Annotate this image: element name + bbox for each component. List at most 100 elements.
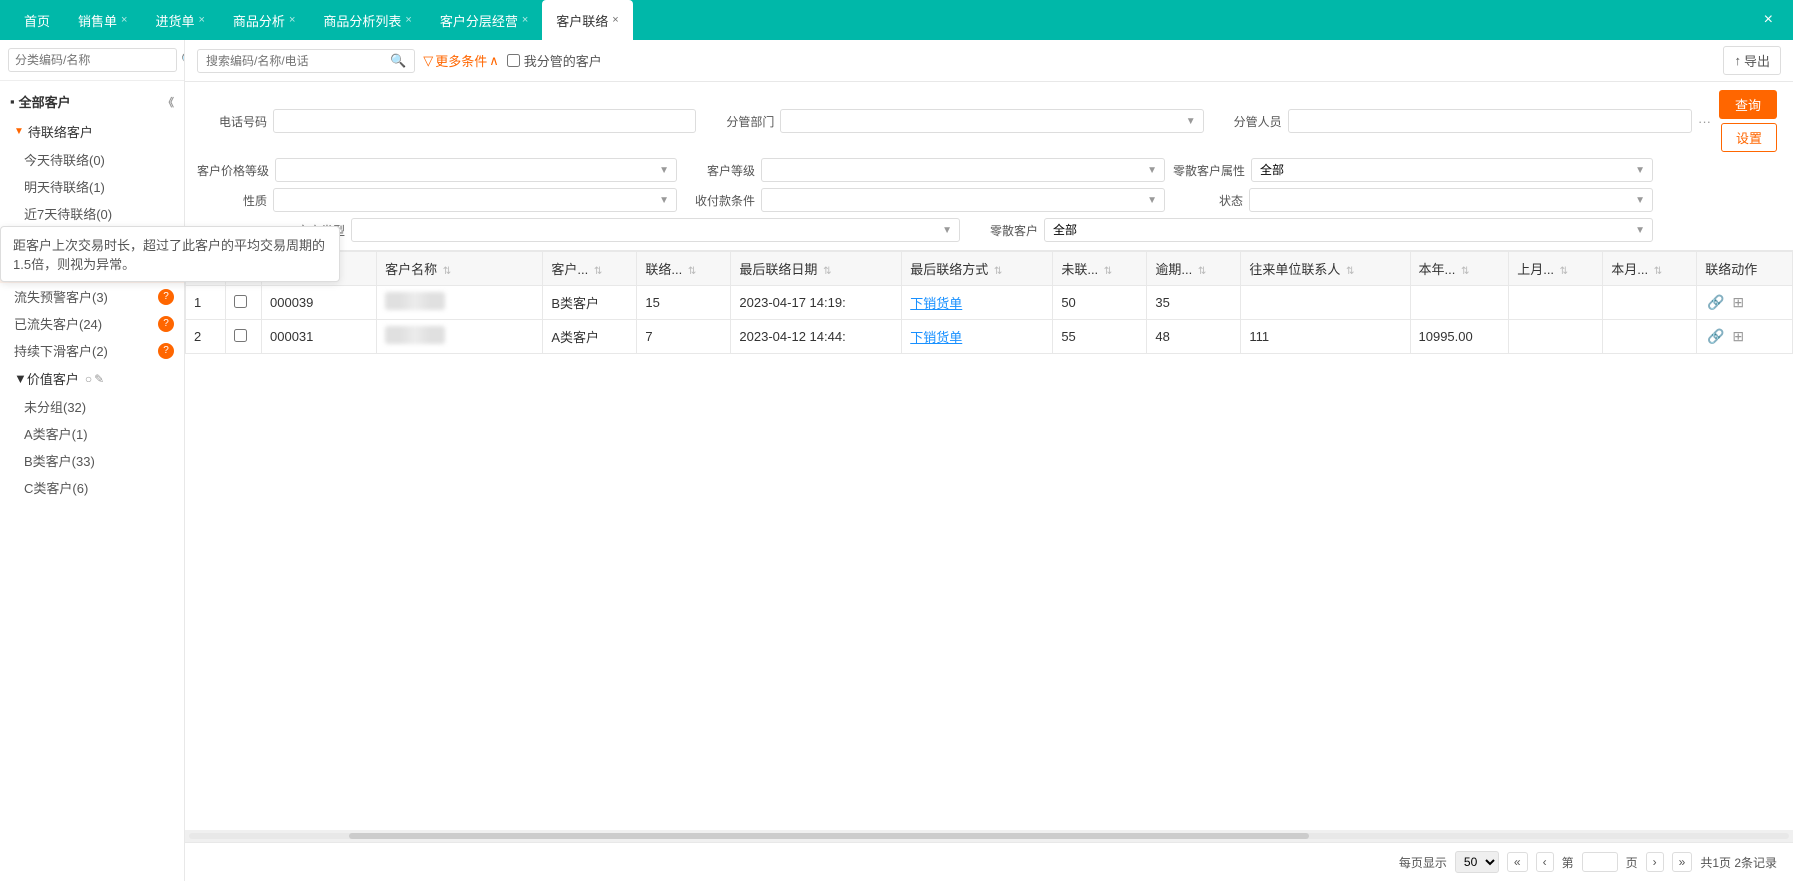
churn-warning-help-icon[interactable]: ?	[158, 289, 174, 305]
last-date-sort-icon[interactable]: ⇅	[823, 266, 831, 277]
row1-more-icon[interactable]: ⊞	[1732, 294, 1744, 310]
value-group-edit-icon[interactable]: ✎	[94, 372, 104, 386]
person-dots[interactable]: ···	[1698, 114, 1711, 129]
value-group-arrow: ▼	[14, 371, 27, 386]
sidebar-item-churned[interactable]: 已流失客户(24) ?	[0, 310, 184, 337]
row2-last-method[interactable]: 下销货单	[902, 320, 1053, 354]
row2-checkbox[interactable]	[226, 320, 262, 354]
sidebar-item-class-a[interactable]: A类客户(1)	[0, 420, 184, 447]
next-page-button[interactable]: ›	[1646, 852, 1664, 872]
sidebar-item-declining[interactable]: 持续下滑客户(2) ?	[0, 337, 184, 364]
row2-name	[377, 320, 543, 354]
last-method-sort-icon[interactable]: ⇅	[994, 266, 1002, 277]
level-select[interactable]	[761, 158, 1165, 182]
person-label: 分管人员	[1212, 113, 1282, 130]
retail2-select-wrap: 全部 ▼	[1044, 218, 1653, 242]
dept-select[interactable]	[780, 109, 1203, 133]
nav-home[interactable]: 首页	[10, 0, 64, 40]
level-sort-icon[interactable]: ⇅	[594, 266, 602, 277]
sidebar-item-7days[interactable]: 近7天待联络(0)	[0, 200, 184, 227]
filter-row-3: 性质 ▼ 收付款条件 ▼ 状态	[197, 188, 1781, 212]
person-input[interactable]	[1288, 109, 1692, 133]
nav-sales[interactable]: 销售单 ×	[64, 0, 141, 40]
name-sort-icon[interactable]: ⇅	[443, 266, 451, 277]
unread-sort-icon[interactable]: ⇅	[1104, 266, 1112, 277]
nav-purchase-close[interactable]: ×	[198, 14, 204, 26]
type-select[interactable]	[351, 218, 960, 242]
nav-customer-tier[interactable]: 客户分层经营 ×	[426, 0, 542, 40]
nav-product-analysis-close[interactable]: ×	[289, 14, 295, 26]
last-page-button[interactable]: »	[1672, 852, 1693, 872]
scroll-track[interactable]	[189, 833, 1789, 839]
sidebar-collapse-icon[interactable]: 《	[163, 94, 174, 110]
col-level: 客户... ⇅	[543, 252, 637, 286]
my-customer-checkbox[interactable]	[507, 54, 520, 67]
row1-last-method-link[interactable]: 下销货单	[910, 296, 962, 311]
overdue-sort-icon[interactable]: ⇅	[1198, 266, 1206, 277]
row2-more-icon[interactable]: ⊞	[1732, 328, 1744, 344]
this-month-sort-icon[interactable]: ⇅	[1654, 266, 1662, 277]
more-conditions-button[interactable]: ▽ 更多条件 ∧	[423, 51, 499, 70]
churned-help-icon[interactable]: ?	[158, 316, 174, 332]
row2-select-checkbox[interactable]	[234, 329, 247, 342]
row2-contact: 7	[637, 320, 731, 354]
col-last-month: 上月... ⇅	[1509, 252, 1603, 286]
sidebar-item-ungrouped[interactable]: 未分组(32)	[0, 393, 184, 420]
filter-search-input[interactable]	[206, 54, 386, 68]
my-customer-checkbox-area[interactable]: 我分管的客户	[507, 51, 602, 70]
sidebar-group-value-title[interactable]: ▼ 价值客户 ○ ✎	[0, 364, 184, 393]
row1-contacts	[1241, 286, 1410, 320]
row1-checkbox[interactable]	[226, 286, 262, 320]
sidebar-item-today[interactable]: 今天待联络(0)	[0, 146, 184, 173]
first-page-button[interactable]: «	[1507, 852, 1528, 872]
window-close-button[interactable]: ×	[1754, 11, 1783, 29]
horizontal-scrollbar[interactable]	[185, 830, 1793, 842]
nav-product-list[interactable]: 商品分析列表 ×	[309, 0, 425, 40]
filter-search-icon[interactable]: 🔍	[390, 53, 406, 69]
sidebar-group-pending-title[interactable]: ▼ 待联络客户	[0, 117, 184, 146]
nav-customer-contact[interactable]: 客户联络 ×	[542, 0, 632, 40]
row1-last-method[interactable]: 下销货单	[902, 286, 1053, 320]
retail-select[interactable]: 全部	[1251, 158, 1653, 182]
settings-button[interactable]: 设置	[1721, 123, 1777, 152]
payment-select[interactable]	[761, 188, 1165, 212]
this-year-sort-icon[interactable]: ⇅	[1461, 266, 1469, 277]
value-group-circle-icon[interactable]: ○	[85, 372, 92, 386]
row1-select-checkbox[interactable]	[234, 295, 247, 308]
sidebar-item-tomorrow[interactable]: 明天待联络(1)	[0, 173, 184, 200]
contacts-sort-icon[interactable]: ⇅	[1346, 266, 1354, 277]
nav-product-list-close[interactable]: ×	[405, 14, 411, 26]
price-grade-select-wrap: ▼	[275, 158, 677, 182]
row2-overdue: 48	[1147, 320, 1241, 354]
nav-customer-contact-close[interactable]: ×	[612, 14, 618, 26]
row2-link-icon[interactable]: 🔗	[1707, 328, 1724, 344]
retail2-select[interactable]: 全部	[1044, 218, 1653, 242]
phone-input[interactable]	[273, 109, 696, 133]
scroll-thumb[interactable]	[349, 833, 1309, 839]
export-button[interactable]: ↑ 导出	[1723, 46, 1781, 75]
page-input[interactable]: 1	[1582, 852, 1618, 872]
row1-this-month	[1603, 286, 1697, 320]
row1-link-icon[interactable]: 🔗	[1707, 294, 1724, 310]
query-button[interactable]: 查询	[1719, 90, 1777, 119]
per-page-select[interactable]: 50	[1455, 851, 1499, 873]
main-layout: 🔍 ▪ 全部客户 《 ▼ 待联络客户 今天待联络(0)	[0, 40, 1793, 881]
nav-purchase[interactable]: 进货单 ×	[141, 0, 218, 40]
nav-sales-close[interactable]: ×	[121, 14, 127, 26]
prev-page-button[interactable]: ‹	[1536, 852, 1554, 872]
price-grade-select[interactable]	[275, 158, 677, 182]
sidebar-item-churn-warning[interactable]: 流失预警客户(3) ?	[0, 283, 184, 310]
last-month-sort-icon[interactable]: ⇅	[1560, 266, 1568, 277]
contact-sort-icon[interactable]: ⇅	[688, 266, 696, 277]
top-navigation: 首页 销售单 × 进货单 × 商品分析 × 商品分析列表 × 客户分层经营 × …	[0, 0, 1793, 40]
declining-help-icon[interactable]: ?	[158, 343, 174, 359]
nav-product-analysis[interactable]: 商品分析 ×	[219, 0, 309, 40]
nav-customer-tier-close[interactable]: ×	[522, 14, 528, 26]
row2-last-method-link[interactable]: 下销货单	[910, 330, 962, 345]
sidebar-item-class-c[interactable]: C类客户(6)	[0, 474, 184, 501]
gender-select[interactable]	[273, 188, 677, 212]
status-select[interactable]	[1249, 188, 1653, 212]
sidebar-item-class-b[interactable]: B类客户(33)	[0, 447, 184, 474]
sidebar-search-input[interactable]	[8, 48, 177, 72]
sidebar-all-customers-header[interactable]: ▪ 全部客户 《	[0, 86, 184, 117]
